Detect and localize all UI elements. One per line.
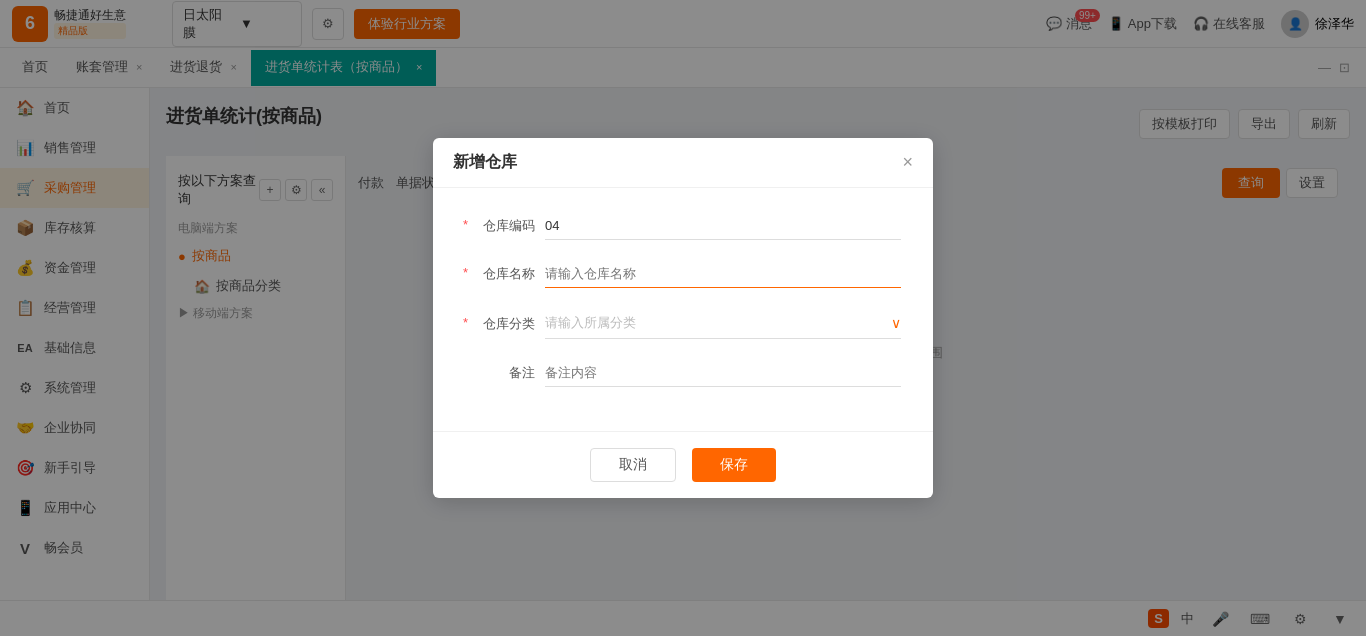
category-select-arrow: ∨ [891, 315, 901, 331]
form-row-name: 仓库名称 [465, 260, 901, 288]
dialog-title: 新增仓库 [453, 152, 517, 173]
add-warehouse-dialog: 新增仓库 × 仓库编码 仓库名称 仓库分类 请输入所属分类 ∨ 备注 [433, 138, 933, 498]
cancel-button[interactable]: 取消 [590, 448, 676, 482]
warehouse-code-input[interactable] [545, 212, 901, 240]
dialog-close-button[interactable]: × [902, 152, 913, 173]
category-label: 仓库分类 [465, 315, 545, 333]
form-row-category: 仓库分类 请输入所属分类 ∨ [465, 308, 901, 339]
warehouse-name-input[interactable] [545, 260, 901, 288]
dialog-header: 新增仓库 × [433, 138, 933, 188]
dialog-overlay: 新增仓库 × 仓库编码 仓库名称 仓库分类 请输入所属分类 ∨ 备注 [0, 0, 1366, 636]
code-label: 仓库编码 [465, 217, 545, 235]
name-label: 仓库名称 [465, 265, 545, 283]
remark-label: 备注 [465, 364, 545, 382]
dialog-footer: 取消 保存 [433, 431, 933, 498]
warehouse-category-select[interactable]: 请输入所属分类 ∨ [545, 308, 901, 339]
dialog-body: 仓库编码 仓库名称 仓库分类 请输入所属分类 ∨ 备注 [433, 188, 933, 431]
warehouse-remark-input[interactable] [545, 359, 901, 387]
form-row-code: 仓库编码 [465, 212, 901, 240]
save-button[interactable]: 保存 [692, 448, 776, 482]
form-row-remark: 备注 [465, 359, 901, 387]
category-placeholder: 请输入所属分类 [545, 314, 636, 332]
